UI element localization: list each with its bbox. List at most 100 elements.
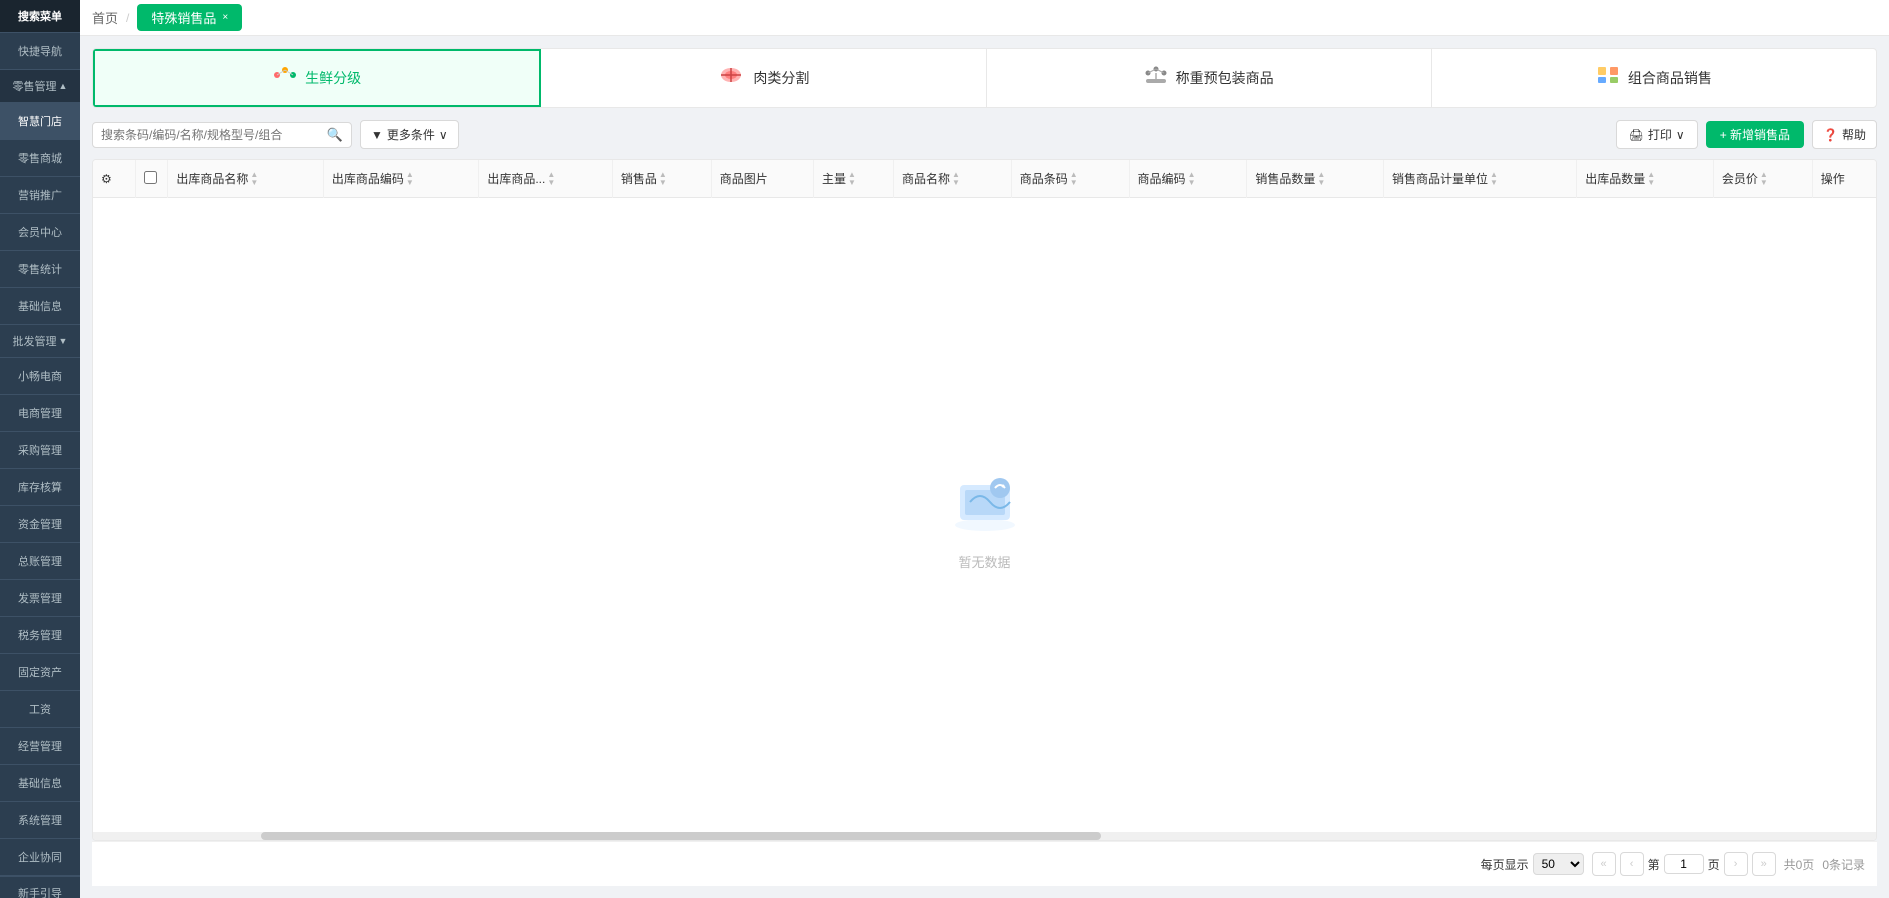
table-header-row: ⚙ 出库商品名称 ▲▼ 出库商品编码 (93, 160, 1876, 198)
th-product-barcode[interactable]: 商品条码 ▲▼ (1011, 160, 1129, 198)
fresh-grade-label: 生鲜分级 (305, 68, 361, 88)
empty-state: 暂无数据 (93, 198, 1876, 832)
meat-cut-label: 肉类分割 (753, 68, 809, 88)
current-tab-label: 特殊销售品 (151, 8, 216, 27)
empty-state-icon (945, 460, 1025, 540)
th-product-code[interactable]: 商品编码 ▲▼ (1129, 160, 1247, 198)
sidebar-item-fixed-assets[interactable]: 固定资产 (0, 654, 80, 691)
sidebar-item-basic-info[interactable]: 基础信息 (0, 765, 80, 802)
th-sale-product[interactable]: 销售品 ▲▼ (612, 160, 711, 198)
next-page-button[interactable]: › (1724, 852, 1748, 876)
sidebar-item-ecommerce-mgmt[interactable]: 电商管理 (0, 395, 80, 432)
th-out-product-more[interactable]: 出库商品... ▲▼ (479, 160, 613, 198)
sort-icon-main-weight: ▲▼ (848, 171, 856, 187)
th-sale-unit[interactable]: 销售商品计量单位 ▲▼ (1383, 160, 1576, 198)
first-page-button[interactable]: « (1592, 852, 1616, 876)
sidebar-item-business-mgmt[interactable]: 经营管理 (0, 728, 80, 765)
sort-icon-product-name: ▲▼ (952, 171, 960, 187)
topbar: 首页 / 特殊销售品 × (80, 0, 1889, 36)
sidebar-item-system-mgmt[interactable]: 系统管理 (0, 802, 80, 839)
print-button[interactable]: 🖨 打印 ∨ (1616, 120, 1698, 149)
filter-dropdown-icon: ∨ (439, 128, 448, 142)
filter-icon: ▼ (371, 128, 383, 142)
print-arrow-icon: ∨ (1676, 128, 1685, 142)
sidebar-item-retail-stats[interactable]: 零售统计 (0, 251, 80, 288)
horizontal-scrollbar[interactable] (93, 832, 1876, 840)
sidebar-logo[interactable]: 搜索菜单 (0, 0, 80, 33)
breadcrumb-home[interactable]: 首页 (92, 8, 118, 27)
tab-close-icon[interactable]: × (222, 12, 228, 23)
th-actions: 操作 (1812, 160, 1876, 198)
th-main-weight[interactable]: 主量 ▲▼ (813, 160, 893, 198)
sidebar-item-retail-mall[interactable]: 零售商城 (0, 140, 80, 177)
sidebar-item-basic-info-retail[interactable]: 基础信息 (0, 288, 80, 325)
search-box[interactable]: 🔍 (92, 122, 352, 148)
sidebar-item-tax-mgmt[interactable]: 税务管理 (0, 617, 80, 654)
th-out-product-code[interactable]: 出库商品编码 ▲▼ (323, 160, 479, 198)
help-icon: ❓ (1823, 128, 1838, 142)
sidebar: 搜索菜单 快捷导航 零售管理 ▲ 智慧门店 零售商城 营销推广 会员中心 零售统… (0, 0, 80, 898)
prev-page-button[interactable]: ‹ (1620, 852, 1644, 876)
combo-sales-label: 组合商品销售 (1628, 68, 1712, 88)
retail-mgmt-arrow: ▲ (59, 81, 68, 91)
sidebar-item-invoice-mgmt[interactable]: 发票管理 (0, 580, 80, 617)
sort-icon-out-product-name: ▲▼ (250, 171, 258, 187)
logo-text: 搜索菜单 (18, 11, 62, 23)
current-tab[interactable]: 特殊销售品 × (137, 4, 242, 31)
sidebar-item-quick-nav[interactable]: 快捷导航 (0, 33, 80, 70)
sidebar-item-batch-mgmt[interactable]: 批发管理 ▼ (0, 325, 80, 358)
th-out-qty[interactable]: 出库品数量 ▲▼ (1577, 160, 1714, 198)
th-member-price[interactable]: 会员价 ▲▼ (1713, 160, 1812, 198)
toolbar-left: 🔍 ▼ 更多条件 ∨ (92, 120, 459, 149)
cat-tab-combo-sales[interactable]: 组合商品销售 (1432, 49, 1876, 107)
help-button[interactable]: ❓ 帮助 (1812, 120, 1877, 149)
table-container: ⚙ 出库商品名称 ▲▼ 出库商品编码 (92, 159, 1877, 841)
sidebar-item-work[interactable]: 工资 (0, 691, 80, 728)
sidebar-item-enterprise-collab[interactable]: 企业协同 (0, 839, 80, 876)
scrollbar-thumb[interactable] (261, 832, 1101, 840)
sidebar-item-sales-promo[interactable]: 营销推广 (0, 177, 80, 214)
sort-icon-product-barcode: ▲▼ (1070, 171, 1078, 187)
sort-icon-sale-unit: ▲▼ (1490, 171, 1498, 187)
sort-icon-sale-qty: ▲▼ (1317, 171, 1325, 187)
cat-tab-weight-prepack[interactable]: 称重预包装商品 (987, 49, 1432, 107)
th-product-image: 商品图片 (711, 160, 813, 198)
search-icon[interactable]: 🔍 (327, 127, 343, 143)
sort-icon-out-product-code: ▲▼ (406, 171, 414, 187)
page-number-input[interactable] (1664, 854, 1704, 874)
sidebar-item-smart-store[interactable]: 智慧门店 (0, 103, 80, 140)
per-page-dropdown[interactable]: 10 20 50 100 (1533, 853, 1584, 875)
sidebar-item-retail-mgmt[interactable]: 零售管理 ▲ (0, 70, 80, 103)
sidebar-item-inventory[interactable]: 库存核算 (0, 469, 80, 506)
batch-mgmt-arrow: ▼ (59, 336, 68, 346)
category-tabs: 生鲜分级 肉类分割 (92, 48, 1877, 108)
search-input[interactable] (101, 128, 323, 142)
meat-cut-icon (717, 65, 745, 91)
toolbar: 🔍 ▼ 更多条件 ∨ 🖨 打印 ∨ + 新增销售品 ❓ (92, 120, 1877, 149)
cat-tab-fresh-grade[interactable]: 生鲜分级 (93, 49, 541, 107)
last-page-button[interactable]: » (1752, 852, 1776, 876)
sort-icon-sale-product: ▲▼ (659, 171, 667, 187)
per-page-label: 每页显示 (1481, 856, 1529, 873)
add-product-button[interactable]: + 新增销售品 (1706, 121, 1804, 148)
sidebar-item-general-ledger[interactable]: 总账管理 (0, 543, 80, 580)
cat-tab-meat-cut[interactable]: 肉类分割 (541, 49, 986, 107)
filter-button[interactable]: ▼ 更多条件 ∨ (360, 120, 459, 149)
select-all-checkbox[interactable] (144, 171, 157, 184)
total-records-info: 0条记录 (1822, 856, 1865, 873)
th-checkbox[interactable] (136, 160, 168, 198)
th-sale-qty[interactable]: 销售品数量 ▲▼ (1247, 160, 1384, 198)
print-label: 打印 (1648, 126, 1672, 143)
total-pages-info: 共0页 (1784, 856, 1815, 873)
pagination: 每页显示 10 20 50 100 « ‹ 第 页 › » 共0页 0条记录 (92, 841, 1877, 886)
th-out-product-name[interactable]: 出库商品名称 ▲▼ (168, 160, 324, 198)
fresh-grade-icon (273, 65, 297, 91)
sidebar-item-mini-store[interactable]: 小畅电商 (0, 358, 80, 395)
sidebar-new-guide[interactable]: 新手引导 (0, 876, 80, 898)
sidebar-item-funds-mgmt[interactable]: 资金管理 (0, 506, 80, 543)
sidebar-item-purchase-mgmt[interactable]: 采购管理 (0, 432, 80, 469)
th-product-name[interactable]: 商品名称 ▲▼ (893, 160, 1011, 198)
sidebar-item-member-center[interactable]: 会员中心 (0, 214, 80, 251)
help-label: 帮助 (1842, 126, 1866, 143)
th-settings[interactable]: ⚙ (93, 160, 136, 198)
